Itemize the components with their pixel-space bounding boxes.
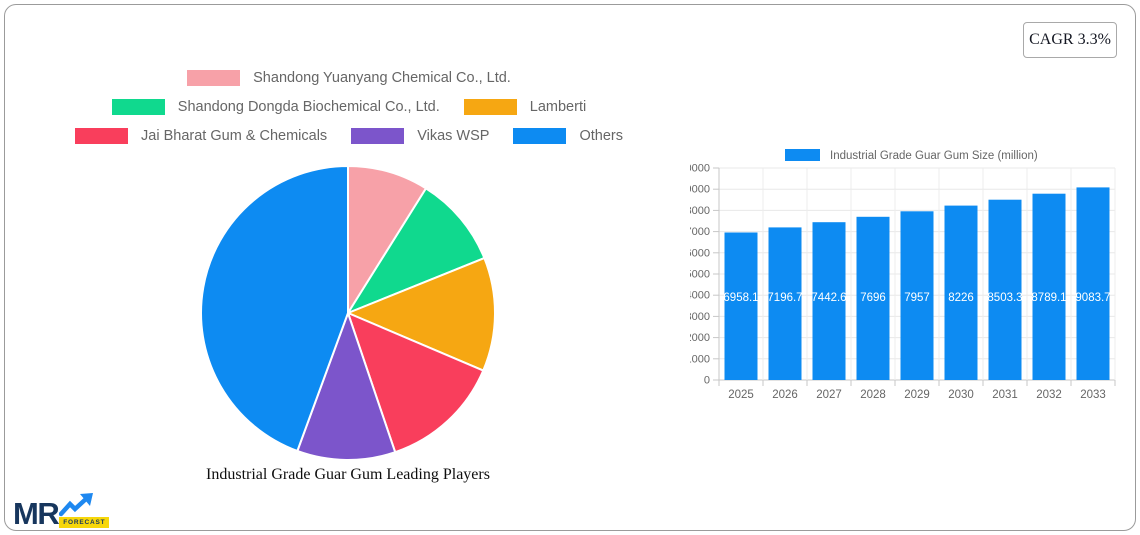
legend-swatch (75, 128, 129, 144)
bar-value-label: 8503.3 (987, 292, 1022, 304)
legend-row: Jai Bharat Gum & Chemicals Vikas WSP Other… (0, 128, 698, 144)
x-axis-label: 2032 (1036, 389, 1062, 401)
legend-swatch (463, 99, 517, 115)
legend-swatch (513, 128, 567, 144)
logo-forecast-text: FORECAST (59, 517, 110, 528)
legend-label: Shandong Yuanyang Chemical Co., Ltd. (253, 70, 511, 86)
x-axis-label: 2026 (772, 389, 798, 401)
pie-title: Industrial Grade Guar Gum Leading Player… (206, 466, 490, 483)
pie-chart[interactable] (198, 163, 498, 463)
logo-mr-text: MR (13, 496, 60, 531)
bar-value-label: 7696 (860, 292, 886, 304)
bar-value-label: 8226 (948, 292, 974, 304)
x-axis-label: 2025 (728, 389, 754, 401)
bar-value-label: 6958.1 (723, 292, 758, 304)
legend-item[interactable]: Others (513, 128, 623, 144)
legend-row: Shandong Dongda Biochemical Co., Ltd. Lam… (0, 99, 698, 115)
legend-swatch (111, 99, 165, 115)
cagr-badge: CAGR 3.3% (1023, 22, 1117, 58)
pie-legend: Shandong Yuanyang Chemical Co., Ltd. Shan… (0, 70, 698, 157)
legend-swatch (351, 128, 405, 144)
bar-legend-swatch[interactable] (785, 149, 820, 161)
legend-label: Vikas WSP (417, 128, 490, 144)
y-axis-label: 5000 (690, 269, 710, 281)
legend-item[interactable]: Jai Bharat Gum & Chemicals (75, 128, 327, 144)
bar-value-label: 8789.1 (1031, 292, 1066, 304)
y-axis-label: 9000 (690, 184, 710, 196)
legend-row: Shandong Yuanyang Chemical Co., Ltd. (0, 70, 698, 86)
y-axis-label: 1000 (690, 353, 710, 365)
bar-svg[interactable]: Industrial Grade Guar Gum Size (million)… (679, 142, 1140, 412)
x-axis-label: 2031 (992, 389, 1018, 401)
x-axis-label: 2027 (816, 389, 842, 401)
y-axis-label: 2000 (690, 332, 710, 344)
y-axis-label: 4000 (690, 290, 710, 302)
x-axis-label: 2033 (1080, 389, 1106, 401)
y-axis-label: 0 (704, 375, 710, 387)
bar-legend-label[interactable]: Industrial Grade Guar Gum Size (million) (830, 150, 1038, 162)
x-axis-label: 2029 (904, 389, 930, 401)
y-axis-label: 6000 (690, 247, 710, 259)
x-axis-label: 2028 (860, 389, 886, 401)
bar-value-label: 9083.7 (1075, 292, 1110, 304)
x-axis-label: 2030 (948, 389, 974, 401)
brand-logo: MR FORECAST (13, 493, 110, 531)
bar-value-label: 7196.7 (767, 292, 802, 304)
report-canvas: CAGR 3.3% Shandong Yuanyang Chemical Co.… (0, 0, 1140, 535)
trend-arrow-icon (59, 493, 94, 517)
legend-item[interactable]: Lamberti (463, 99, 587, 115)
bar[interactable] (988, 199, 1022, 380)
cagr-label: CAGR 3.3% (1029, 31, 1111, 48)
bar-chart[interactable]: Industrial Grade Guar Gum Size (million)… (679, 142, 1140, 412)
legend-label: Shandong Dongda Biochemical Co., Ltd. (177, 99, 440, 115)
bar[interactable] (1076, 187, 1110, 380)
legend-item[interactable]: Shandong Dongda Biochemical Co., Ltd. (111, 99, 440, 115)
pie-svg[interactable] (198, 163, 498, 463)
legend-label: Others (579, 128, 623, 144)
legend-label: Lamberti (529, 99, 587, 115)
legend-swatch (187, 70, 241, 86)
legend-item[interactable]: Vikas WSP (351, 128, 489, 144)
bar-value-label: 7442.6 (811, 292, 846, 304)
legend-item[interactable]: Shandong Yuanyang Chemical Co., Ltd. (187, 70, 511, 86)
y-axis-label: 8000 (690, 205, 710, 217)
bar[interactable] (1032, 193, 1066, 380)
legend-label: Jai Bharat Gum & Chemicals (141, 128, 328, 144)
bar-value-label: 7957 (904, 292, 930, 304)
bar[interactable] (724, 232, 758, 381)
y-axis-label: 10000 (690, 163, 710, 175)
y-axis-label: 3000 (690, 311, 710, 323)
y-axis-label: 7000 (690, 226, 710, 238)
